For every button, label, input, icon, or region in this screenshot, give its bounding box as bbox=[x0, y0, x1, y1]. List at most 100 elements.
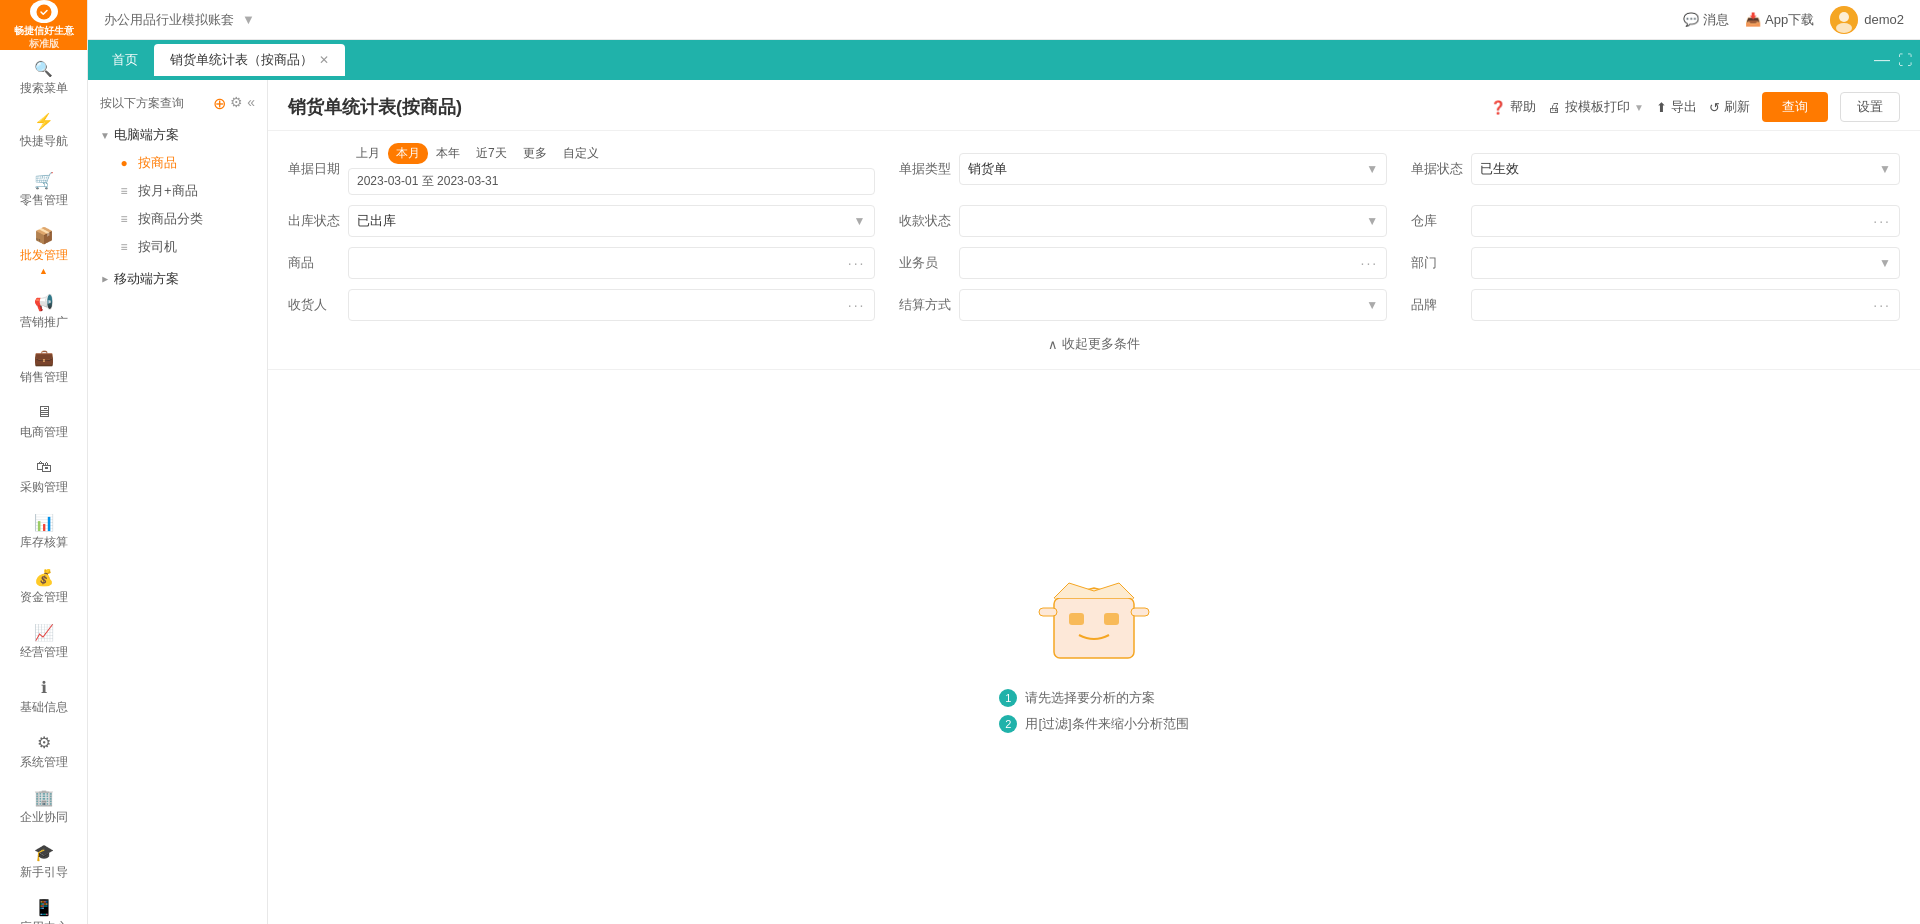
date-tab-7days[interactable]: 近7天 bbox=[468, 143, 515, 164]
filter-group-mobile-header[interactable]: ▼ 移动端方案 bbox=[88, 265, 267, 293]
retail-icon: 🛒 bbox=[34, 170, 54, 190]
filter-row-4: 收货人 ··· 结算方式 ▼ bbox=[288, 289, 1900, 321]
sidebar-item-retail[interactable]: 🛒 零售管理 bbox=[0, 162, 87, 217]
app-logo: 畅捷信好生意 标准版 bbox=[0, 0, 88, 50]
settings-button[interactable]: 设置 bbox=[1840, 92, 1900, 122]
filter-field-brand: 品牌 ··· bbox=[1411, 289, 1900, 321]
settlement-caret-icon: ▼ bbox=[1366, 298, 1378, 312]
empty-state-text: 1 请先选择要分析的方案 2 用[过滤]条件来缩小分析范围 bbox=[999, 689, 1188, 741]
by-product-icon: ● bbox=[116, 155, 132, 171]
department-caret-icon: ▼ bbox=[1879, 256, 1891, 270]
date-tab-this-month[interactable]: 本月 bbox=[388, 143, 428, 164]
by-product-category-label: 按商品分类 bbox=[138, 210, 203, 228]
out-status-select[interactable]: 已出库 ▼ bbox=[348, 205, 875, 237]
step-2-text: 用[过滤]条件来缩小分析范围 bbox=[1025, 715, 1188, 733]
date-tab-custom[interactable]: 自定义 bbox=[555, 143, 607, 164]
sidebar-item-ecommerce[interactable]: 🖥 电商管理 bbox=[0, 394, 87, 449]
brand-input[interactable]: ··· bbox=[1471, 289, 1900, 321]
finance-icon: 💰 bbox=[34, 567, 54, 587]
search-menu[interactable]: 🔍 搜索菜单 bbox=[0, 50, 87, 103]
newbie-icon: 🎓 bbox=[34, 842, 54, 862]
sidebar-item-inventory[interactable]: 📊 库存核算 bbox=[0, 504, 87, 559]
filter-field-out-status: 出库状态 已出库 ▼ bbox=[288, 205, 875, 237]
doc-type-select[interactable]: 销货单 ▼ bbox=[959, 153, 1388, 185]
consignee-input[interactable]: ··· bbox=[348, 289, 875, 321]
consignee-label: 收货人 bbox=[288, 296, 348, 314]
step-2-num: 2 bbox=[999, 715, 1017, 733]
print-dropdown-icon[interactable]: ▼ bbox=[1634, 102, 1644, 113]
empty-step-1: 1 请先选择要分析的方案 bbox=[999, 689, 1188, 707]
tab-minimize-icon[interactable]: — bbox=[1874, 51, 1890, 69]
quick-nav-icon: ⚡ bbox=[34, 111, 54, 131]
filter-group-desktop-header[interactable]: ▼ 电脑端方案 bbox=[88, 121, 267, 149]
sidebar-item-quick-nav[interactable]: ⚡ 快捷导航 bbox=[0, 103, 87, 158]
collapse-panel-icon[interactable]: « bbox=[247, 94, 255, 113]
help-button[interactable]: ❓ 帮助 bbox=[1490, 98, 1536, 116]
receipt-status-caret-icon: ▼ bbox=[1366, 214, 1378, 228]
filter-field-doc-type: 单据类型 销货单 ▼ bbox=[899, 153, 1388, 185]
doc-status-label: 单据状态 bbox=[1411, 160, 1471, 178]
sidebar-item-finance[interactable]: 💰 资金管理 bbox=[0, 559, 87, 614]
refresh-label: 刷新 bbox=[1724, 98, 1750, 116]
print-button[interactable]: 🖨 按模板打印 ▼ bbox=[1548, 98, 1644, 116]
edit-scheme-icon[interactable]: ⚙ bbox=[230, 94, 243, 113]
brand-more-icon: ··· bbox=[1873, 297, 1891, 313]
sidebar-item-sales[interactable]: 💼 销售管理 bbox=[0, 339, 87, 394]
user-menu[interactable]: demo2 bbox=[1830, 6, 1904, 34]
sidebar-item-wholesale[interactable]: 📦 批发管理 ▲ bbox=[0, 217, 87, 284]
sidebar-item-system[interactable]: ⚙ 系统管理 bbox=[0, 724, 87, 779]
doc-type-value: 销货单 bbox=[968, 160, 1007, 178]
tab-close-icon[interactable]: ✕ bbox=[319, 53, 329, 67]
sidebar-item-basic[interactable]: ℹ 基础信息 bbox=[0, 669, 87, 724]
sidebar-item-enterprise[interactable]: 🏢 企业协同 bbox=[0, 779, 87, 834]
out-status-caret-icon: ▼ bbox=[854, 214, 866, 228]
by-month-product-icon: ≡ bbox=[116, 183, 132, 199]
breadcrumb-dropdown-icon[interactable]: ▼ bbox=[242, 12, 255, 27]
consignee-more-icon: ··· bbox=[848, 297, 866, 313]
sidebar-item-operations[interactable]: 📈 经营管理 bbox=[0, 614, 87, 669]
salesperson-input[interactable]: ··· bbox=[959, 247, 1388, 279]
app-download-button[interactable]: 📥 App下载 bbox=[1745, 11, 1814, 29]
collapse-button[interactable]: ∧ 收起更多条件 bbox=[288, 331, 1900, 357]
date-tab-this-year[interactable]: 本年 bbox=[428, 143, 468, 164]
app-download-label: App下载 bbox=[1765, 11, 1814, 29]
filter-item-by-product-category[interactable]: ≡ 按商品分类 bbox=[88, 205, 267, 233]
department-select[interactable]: ▼ bbox=[1471, 247, 1900, 279]
date-range-input[interactable]: 2023-03-01 至 2023-03-31 bbox=[348, 168, 875, 195]
filter-panel-header: 按以下方案查询 ⊕ ⚙ « bbox=[88, 88, 267, 119]
sidebar-item-appstore[interactable]: 📱 应用中心 bbox=[0, 889, 87, 924]
refresh-button[interactable]: ↺ 刷新 bbox=[1709, 98, 1750, 116]
add-scheme-icon[interactable]: ⊕ bbox=[213, 94, 226, 113]
filter-item-by-product[interactable]: ● 按商品 bbox=[88, 149, 267, 177]
settlement-label: 结算方式 bbox=[899, 296, 959, 314]
tab-expand-icon[interactable]: ⛶ bbox=[1898, 52, 1912, 68]
empty-state-icon bbox=[1034, 553, 1154, 673]
tab-sales-stat[interactable]: 销货单统计表（按商品） ✕ bbox=[154, 44, 345, 76]
tab-home[interactable]: 首页 bbox=[96, 44, 154, 76]
filter-item-by-cashier[interactable]: ≡ 按司机 bbox=[88, 233, 267, 261]
sales-icon: 💼 bbox=[34, 347, 54, 367]
sidebar-item-purchase[interactable]: 🛍 采购管理 bbox=[0, 449, 87, 504]
date-tab-last-month[interactable]: 上月 bbox=[348, 143, 388, 164]
by-month-product-label: 按月+商品 bbox=[138, 182, 198, 200]
empty-step-2: 2 用[过滤]条件来缩小分析范围 bbox=[999, 715, 1188, 733]
receipt-status-select[interactable]: ▼ bbox=[959, 205, 1388, 237]
sidebar-item-marketing[interactable]: 📢 营销推广 bbox=[0, 284, 87, 339]
message-button[interactable]: 💬 消息 bbox=[1683, 11, 1729, 29]
sidebar-item-newbie[interactable]: 🎓 新手引导 bbox=[0, 834, 87, 889]
filter-field-settlement: 结算方式 ▼ bbox=[899, 289, 1388, 321]
doc-status-select[interactable]: 已生效 ▼ bbox=[1471, 153, 1900, 185]
export-button[interactable]: ⬆ 导出 bbox=[1656, 98, 1697, 116]
group-arrow-icon: ▼ bbox=[100, 130, 110, 141]
export-label: 导出 bbox=[1671, 98, 1697, 116]
brand-label: 品牌 bbox=[1411, 296, 1471, 314]
marketing-icon: 📢 bbox=[34, 292, 54, 312]
warehouse-input[interactable]: ··· bbox=[1471, 205, 1900, 237]
settlement-select[interactable]: ▼ bbox=[959, 289, 1388, 321]
filter-item-by-month-product[interactable]: ≡ 按月+商品 bbox=[88, 177, 267, 205]
product-input[interactable]: ··· bbox=[348, 247, 875, 279]
date-tabs: 上月 本月 本年 近7天 更多 自定义 bbox=[348, 143, 875, 164]
query-button[interactable]: 查询 bbox=[1762, 92, 1828, 122]
content: 按以下方案查询 ⊕ ⚙ « ▼ 电脑端方案 ● 按商品 ≡ bbox=[88, 80, 1920, 924]
date-tab-more[interactable]: 更多 bbox=[515, 143, 555, 164]
